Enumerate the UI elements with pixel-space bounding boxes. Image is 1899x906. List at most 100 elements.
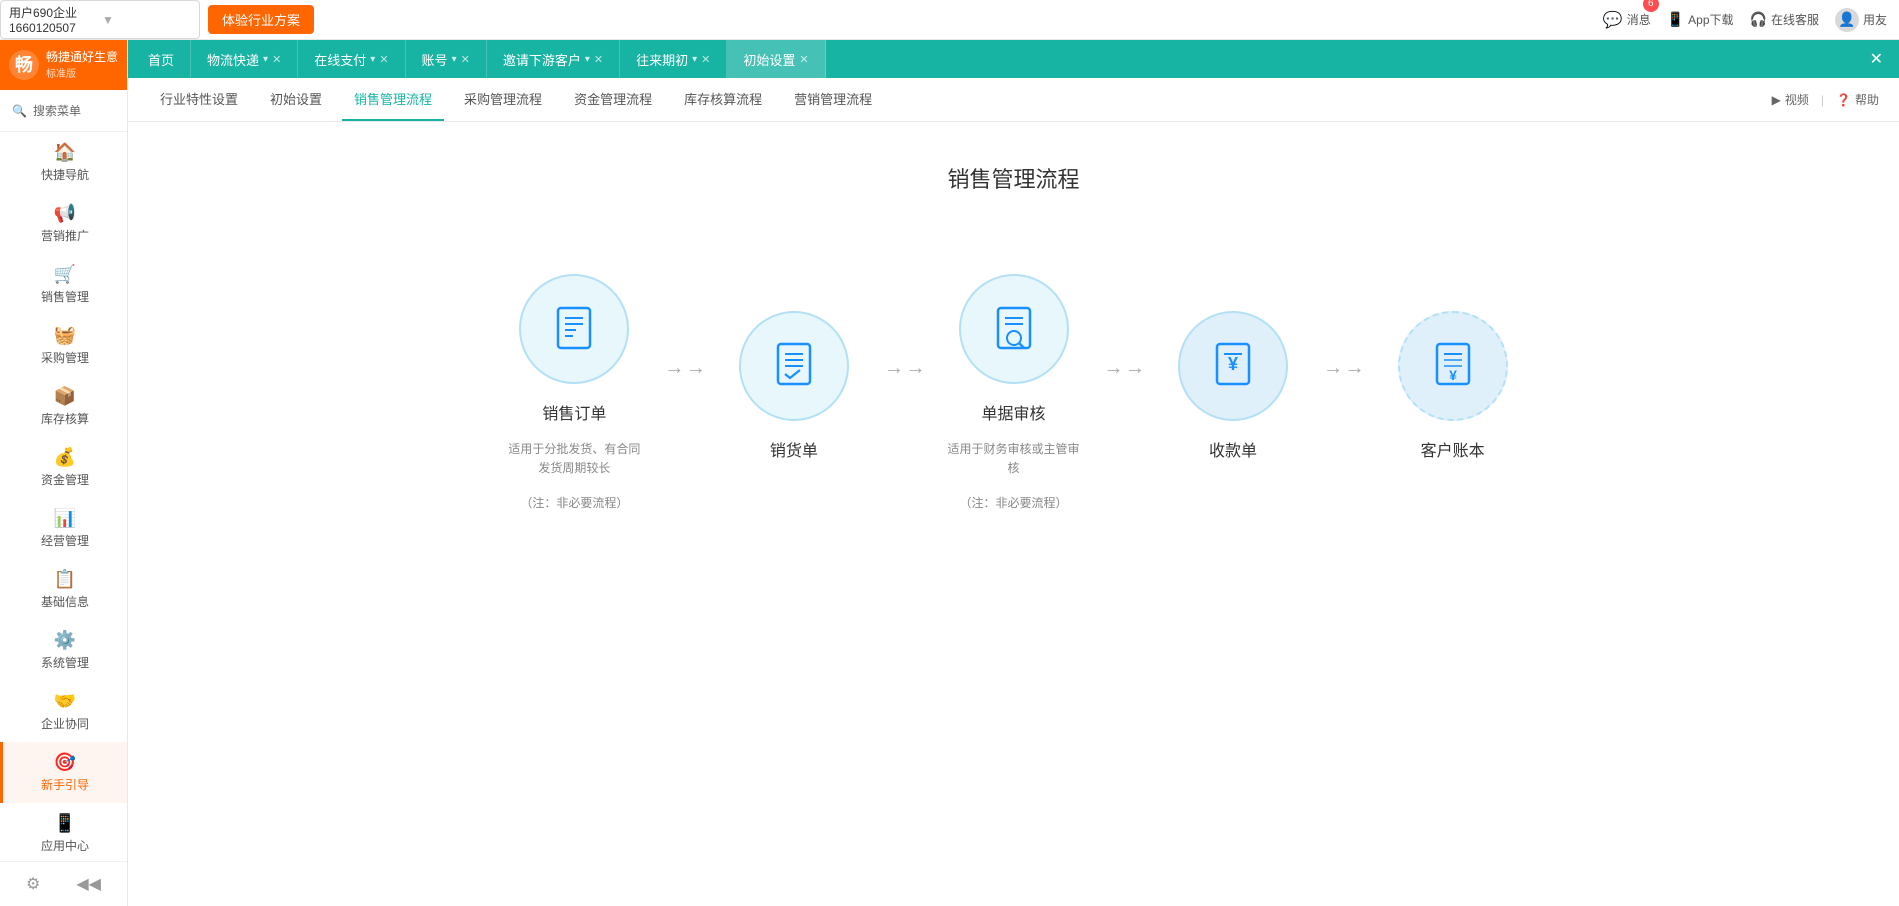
sidebar-item-quick-nav[interactable]: 🏠 快捷导航 bbox=[0, 132, 127, 193]
flow-arrow-3: → → bbox=[1104, 357, 1144, 430]
flow-step-title-audit: 单据审核 bbox=[981, 400, 1045, 424]
avatar: 👤 bbox=[1835, 8, 1859, 32]
logo-name: 畅捷通好生意 bbox=[46, 50, 118, 66]
nav-tab-initial-setup[interactable]: 初始设置 ✕ bbox=[727, 40, 825, 78]
flow-arrow-1: → → bbox=[664, 357, 704, 430]
nav-tab-logistics[interactable]: 物流快递 ▾ ✕ bbox=[191, 40, 298, 78]
sidebar-item-ops-mgmt[interactable]: 📊 经营管理 bbox=[0, 498, 127, 559]
nav-tab-account[interactable]: 账号 ▾ ✕ bbox=[406, 40, 487, 78]
sidebar-item-label: 快捷导航 bbox=[41, 166, 89, 183]
video-label: 视频 bbox=[1785, 91, 1809, 108]
sidebar-controls: ⚙ ◀◀ bbox=[0, 861, 127, 906]
sidebar-item-finance[interactable]: 💰 资金管理 bbox=[0, 437, 127, 498]
flow-step-note-audit: （注：非必要流程） bbox=[959, 494, 1067, 513]
flow-circle-sales-invoice bbox=[739, 311, 849, 421]
flow-step-receipt[interactable]: ¥ 收款单 bbox=[1153, 311, 1313, 477]
sidebar-item-basic-info[interactable]: 📋 基础信息 bbox=[0, 559, 127, 620]
sales-order-icon bbox=[548, 302, 600, 357]
sidebar-item-purchase-mgmt[interactable]: 🧺 采购管理 bbox=[0, 315, 127, 376]
sidebar-item-marketing-promo[interactable]: 📢 营销推广 bbox=[0, 193, 127, 254]
sidebar: 畅 畅捷通好生意 标准版 🔍 搜索菜单 🏠 快捷导航 📢 营销推广 bbox=[0, 40, 128, 906]
help-link[interactable]: ❓ 帮助 bbox=[1836, 91, 1879, 108]
message-button[interactable]: 💬 6 消息 bbox=[1603, 10, 1651, 30]
handshake-icon: 🤝 bbox=[54, 691, 76, 712]
flow-circle-receipt: ¥ bbox=[1178, 311, 1288, 421]
nav-tab-invite-label: 邀请下游客户 bbox=[503, 50, 581, 69]
user-menu[interactable]: 👤 用友 bbox=[1835, 8, 1887, 32]
svg-text:¥: ¥ bbox=[1228, 354, 1238, 374]
chevron-icon: ▾ bbox=[692, 54, 697, 65]
close-icon[interactable]: ✕ bbox=[799, 53, 808, 66]
app-download-button[interactable]: 📱 App下载 bbox=[1667, 11, 1734, 28]
sub-tab-sales-flow[interactable]: 销售管理流程 bbox=[342, 78, 444, 121]
search-icon: 🔍 bbox=[12, 104, 27, 118]
megaphone-icon: 📢 bbox=[54, 203, 76, 224]
gear-icon: ⚙️ bbox=[54, 630, 76, 651]
nav-tab-opening-label: 往来期初 bbox=[636, 50, 688, 69]
sidebar-search-area: 🔍 搜索菜单 bbox=[0, 90, 127, 132]
close-icon[interactable]: ✕ bbox=[379, 53, 388, 66]
flow-step-sales-order[interactable]: 销售订单 适用于分批发货、有合同发货周期较长 （注：非必要流程） bbox=[494, 274, 654, 514]
sub-tab-inventory-flow[interactable]: 库存核算流程 bbox=[672, 78, 774, 121]
chevron-icon: ▾ bbox=[370, 54, 375, 65]
sidebar-item-new-guide[interactable]: 🎯 新手引导 bbox=[0, 742, 127, 803]
chevron-icon: ▾ bbox=[452, 54, 457, 65]
trial-button[interactable]: 体验行业方案 bbox=[208, 5, 314, 34]
sub-tab-initial-setup[interactable]: 初始设置 bbox=[258, 78, 334, 121]
flow-step-ledger[interactable]: ¥ 客户账本 bbox=[1373, 311, 1533, 477]
avatar-icon: 👤 bbox=[1838, 11, 1855, 28]
sidebar-item-app-center[interactable]: 📱 应用中心 bbox=[0, 803, 127, 861]
close-all-tabs-button[interactable]: ✕ bbox=[1858, 49, 1895, 69]
flow-step-note-sales-order: （注：非必要流程） bbox=[520, 494, 628, 513]
sub-tab-purchase-label: 采购管理流程 bbox=[464, 89, 542, 108]
sub-tab-inventory-label: 库存核算流程 bbox=[684, 89, 762, 108]
video-link[interactable]: ▶ 视频 bbox=[1772, 91, 1809, 108]
main-content: 销售管理流程 bbox=[128, 122, 1899, 906]
sidebar-logo: 畅 畅捷通好生意 标准版 bbox=[0, 40, 127, 90]
chevron-icon: ▾ bbox=[263, 54, 268, 65]
nav-tab-payment-label: 在线支付 bbox=[314, 50, 366, 69]
sub-tab-initial-label: 初始设置 bbox=[270, 89, 322, 108]
close-icon[interactable]: ✕ bbox=[594, 53, 603, 66]
sidebar-item-label: 系统管理 bbox=[41, 654, 89, 671]
search-menu-button[interactable]: 🔍 搜索菜单 bbox=[8, 98, 119, 123]
close-icon[interactable]: ✕ bbox=[461, 53, 470, 66]
header-left: 用户690企业1660120507 ▼ 体验行业方案 bbox=[0, 0, 314, 39]
close-icon[interactable]: ✕ bbox=[701, 53, 710, 66]
mobile-icon: 📱 bbox=[1667, 11, 1684, 28]
flow-circle-audit bbox=[959, 274, 1069, 384]
sidebar-item-label: 新手引导 bbox=[41, 776, 89, 793]
logo-icon: 畅 bbox=[8, 49, 40, 81]
search-menu-label: 搜索菜单 bbox=[33, 102, 81, 119]
flow-step-title-sales-invoice: 销货单 bbox=[770, 437, 818, 461]
nav-tab-invite[interactable]: 邀请下游客户 ▾ ✕ bbox=[487, 40, 620, 78]
flow-step-desc-sales-order: 适用于分批发货、有合同发货周期较长 bbox=[504, 440, 644, 478]
sidebar-item-label: 营销推广 bbox=[41, 227, 89, 244]
sub-tab-marketing-flow[interactable]: 营销管理流程 bbox=[782, 78, 884, 121]
nav-tab-payment[interactable]: 在线支付 ▾ ✕ bbox=[298, 40, 405, 78]
nav-tabs-bar: 首页 物流快递 ▾ ✕ 在线支付 ▾ ✕ 账号 ▾ ✕ 邀请下游客户 ▾ ✕ bbox=[128, 40, 1899, 78]
collapse-button[interactable]: ◀◀ bbox=[68, 870, 109, 898]
online-service-button[interactable]: 🎧 在线客服 bbox=[1750, 11, 1819, 28]
flow-step-sales-invoice[interactable]: 销货单 bbox=[714, 311, 874, 477]
flow-diagram: 销售订单 适用于分批发货、有合同发货周期较长 （注：非必要流程） → → bbox=[148, 254, 1879, 534]
sub-tab-purchase-flow[interactable]: 采购管理流程 bbox=[452, 78, 554, 121]
sub-tab-industry-settings[interactable]: 行业特性设置 bbox=[148, 78, 250, 121]
flow-circle-ledger: ¥ bbox=[1398, 311, 1508, 421]
top-header: 用户690企业1660120507 ▼ 体验行业方案 💬 6 消息 📱 App下… bbox=[0, 0, 1899, 40]
close-icon[interactable]: ✕ bbox=[272, 53, 281, 66]
user-selector[interactable]: 用户690企业1660120507 ▼ bbox=[0, 0, 200, 39]
nav-tab-home[interactable]: 首页 bbox=[132, 40, 191, 78]
flow-step-audit[interactable]: 单据审核 适用于财务审核或主管审核 （注：非必要流程） bbox=[934, 274, 1094, 514]
settings-button[interactable]: ⚙ bbox=[18, 870, 48, 898]
box-icon: 📦 bbox=[54, 386, 76, 407]
sidebar-item-sys-mgmt[interactable]: ⚙️ 系统管理 bbox=[0, 620, 127, 681]
sidebar-item-inventory[interactable]: 📦 库存核算 bbox=[0, 376, 127, 437]
help-label: 帮助 bbox=[1855, 91, 1879, 108]
sub-tab-finance-flow[interactable]: 资金管理流程 bbox=[562, 78, 664, 121]
sidebar-item-enterprise-collab[interactable]: 🤝 企业协同 bbox=[0, 681, 127, 742]
flow-step-desc-audit: 适用于财务审核或主管审核 bbox=[944, 440, 1084, 478]
nav-tab-opening[interactable]: 往来期初 ▾ ✕ bbox=[620, 40, 727, 78]
sidebar-item-sales-mgmt[interactable]: 🛒 销售管理 bbox=[0, 254, 127, 315]
basket-icon: 🧺 bbox=[54, 325, 76, 346]
